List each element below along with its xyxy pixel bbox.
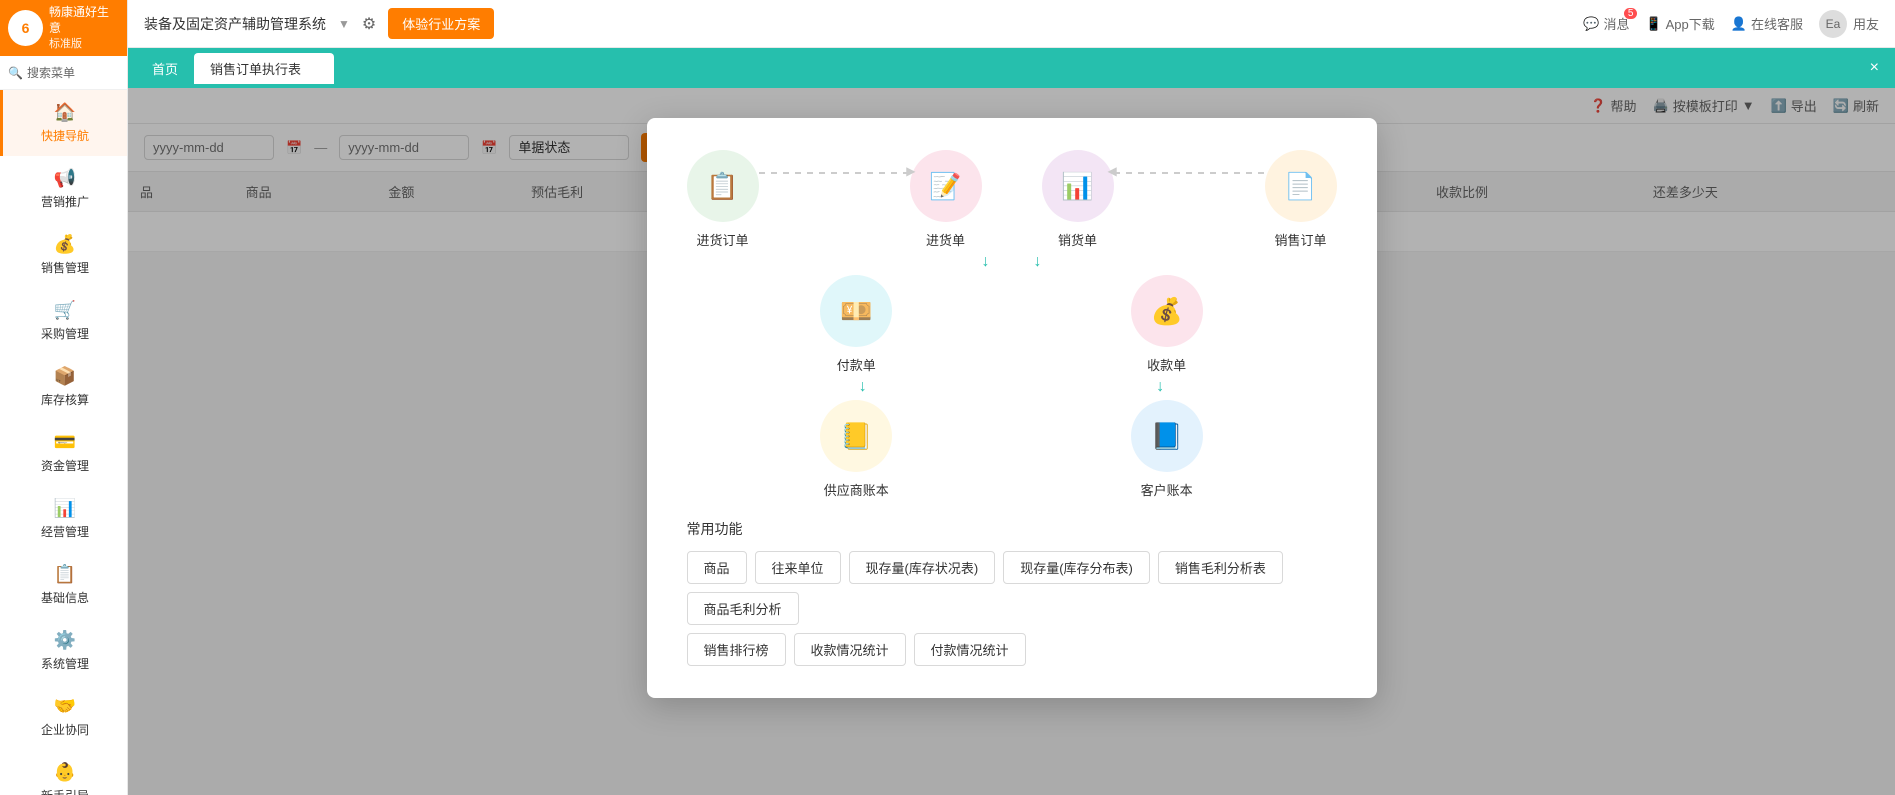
- purchase-icon: 🛒: [54, 300, 76, 321]
- tab-close-btn[interactable]: ×: [311, 63, 318, 77]
- online-service-btn[interactable]: 👤 在线客服: [1731, 14, 1803, 33]
- sidebar-item-newbie[interactable]: 👶 新手引导: [0, 750, 127, 795]
- quick-btn-stock-dist[interactable]: 现存量(库存分布表): [1003, 551, 1150, 584]
- flow-node-purchase-bill: 📝 进货单: [910, 150, 982, 249]
- receipt-circle[interactable]: 💰: [1131, 275, 1203, 347]
- scroll-nav: ◀ ▶: [687, 694, 1337, 698]
- flow-section: 📋 进货订单 ▶: [647, 118, 1377, 519]
- purchase-order-circle[interactable]: 📋: [687, 150, 759, 222]
- sales-order-label: 销售订单: [1274, 230, 1326, 249]
- flow-node-supplier: 📒 供应商账本: [820, 400, 892, 499]
- customer-label: 客户账本: [1141, 480, 1193, 499]
- tab-home[interactable]: 首页: [136, 53, 194, 84]
- payment-label: 付款单: [837, 355, 876, 374]
- sales-bill-label: 销货单: [1058, 230, 1097, 249]
- arrow-down-payment: ↓: [859, 374, 867, 400]
- customer-circle[interactable]: 📘: [1131, 400, 1203, 472]
- purchase-bill-circle[interactable]: 📝: [910, 150, 982, 222]
- quick-btn-sales-rank[interactable]: 销售排行榜: [687, 633, 786, 666]
- arrow-down-purchase: ↓: [982, 249, 990, 275]
- sidebar-item-quick[interactable]: 🏠 快捷导航: [0, 90, 127, 156]
- message-icon: 💬: [1583, 16, 1599, 32]
- home-icon: 🏠: [54, 102, 76, 123]
- sales-icon: 💰: [54, 234, 76, 255]
- message-badge: 5: [1624, 8, 1638, 19]
- app-logo-icon: 6: [8, 10, 43, 46]
- sidebar-item-basic[interactable]: 📋 基础信息: [0, 552, 127, 618]
- quick-functions-title: 常用功能: [687, 519, 1337, 539]
- quick-btn-stock-status[interactable]: 现存量(库存状况表): [849, 551, 996, 584]
- flow-node-payment: 💴 付款单: [820, 275, 892, 374]
- operation-icon: 📊: [54, 498, 76, 519]
- tab-bar: 首页 销售订单执行表 × ×: [128, 48, 1895, 88]
- sidebar-item-marketing[interactable]: 📢 营销推广: [0, 156, 127, 222]
- quick-btns-row2: 销售排行榜 收款情况统计 付款情况统计: [687, 633, 1337, 666]
- receipt-label: 收款单: [1147, 355, 1186, 374]
- download-icon: 📱: [1645, 16, 1661, 32]
- app-download-btn[interactable]: 📱 App下载: [1645, 14, 1714, 33]
- sidebar-menu: 🏠 快捷导航 📢 营销推广 💰 销售管理 🛒 采购管理 📦 库存核算 💳: [0, 90, 127, 795]
- message-btn[interactable]: 💬 消息 5: [1583, 14, 1629, 33]
- modal-overlay[interactable]: 📋 进货订单 ▶: [128, 88, 1895, 795]
- quick-btn-sales-profit[interactable]: 销售毛利分析表: [1158, 551, 1283, 584]
- flow-node-sales-order: 📄 销售订单: [1265, 150, 1337, 249]
- top-nav: 装备及固定资产辅助管理系统 ▼ ⚙ 体验行业方案 💬 消息 5 📱 App下载 …: [128, 0, 1895, 48]
- sidebar-item-purchase[interactable]: 🛒 采购管理: [0, 288, 127, 354]
- page-area: ❓ 帮助 🖨️ 按模板打印 ▼ ⬆️ 导出 �: [128, 88, 1895, 795]
- system-title: 装备及固定资产辅助管理系统: [144, 14, 326, 34]
- enterprise-icon: 🤝: [54, 696, 76, 717]
- modal: 📋 进货订单 ▶: [647, 118, 1377, 698]
- quick-btn-payment-stats[interactable]: 付款情况统计: [914, 633, 1026, 666]
- flow-node-customer: 📘 客户账本: [1131, 400, 1203, 499]
- tab-sales-order[interactable]: 销售订单执行表 ×: [194, 53, 334, 84]
- marketing-icon: 📢: [54, 168, 76, 189]
- scroll-right-btn[interactable]: ▶: [1326, 694, 1337, 698]
- avatar: Ea: [1819, 10, 1847, 38]
- gear-icon[interactable]: ⚙: [362, 14, 376, 34]
- supplier-circle[interactable]: 📒: [820, 400, 892, 472]
- sales-bill-circle[interactable]: 📊: [1042, 150, 1114, 222]
- sidebar-item-enterprise[interactable]: 🤝 企业协同: [0, 684, 127, 750]
- sidebar-search[interactable]: 🔍 搜索菜单: [0, 56, 127, 90]
- payment-circle[interactable]: 💴: [820, 275, 892, 347]
- finance-icon: 💳: [54, 432, 76, 453]
- arrow-down-sales: ↓: [1034, 249, 1042, 275]
- purchase-bill-label: 进货单: [926, 230, 965, 249]
- sales-order-circle[interactable]: 📄: [1265, 150, 1337, 222]
- quick-btn-partner[interactable]: 往来单位: [755, 551, 841, 584]
- modal-scrollbar: ◀ ▶: [647, 686, 1377, 698]
- sidebar: 6 畅康通好生意 标准版 🔍 搜索菜单 🏠 快捷导航 📢 营销推广 💰 销售管理: [0, 0, 128, 795]
- system-dropdown[interactable]: ▼: [338, 17, 350, 31]
- quick-btns-container: 商品 往来单位 现存量(库存状况表) 现存量(库存分布表) 销售毛利分析表 商品…: [687, 551, 1337, 625]
- service-icon: 👤: [1731, 16, 1747, 32]
- sidebar-item-finance[interactable]: 💳 资金管理: [0, 420, 127, 486]
- quick-functions-section: 常用功能 商品 往来单位 现存量(库存状况表) 现存量(库存分布表) 销售毛利分…: [647, 519, 1377, 686]
- newbie-icon: 👶: [54, 762, 76, 783]
- sidebar-item-sales[interactable]: 💰 销售管理: [0, 222, 127, 288]
- basic-icon: 📋: [54, 564, 76, 585]
- main-content: 装备及固定资产辅助管理系统 ▼ ⚙ 体验行业方案 💬 消息 5 📱 App下载 …: [128, 0, 1895, 795]
- supplier-label: 供应商账本: [824, 480, 889, 499]
- sidebar-item-system[interactable]: ⚙️ 系统管理: [0, 618, 127, 684]
- quick-btn-goods-profit[interactable]: 商品毛利分析: [687, 592, 799, 625]
- sidebar-item-operation[interactable]: 📊 经营管理: [0, 486, 127, 552]
- sidebar-logo: 6 畅康通好生意 标准版: [0, 0, 127, 56]
- inventory-icon: 📦: [54, 366, 76, 387]
- scroll-left-btn[interactable]: ◀: [687, 694, 698, 698]
- arrow-down-receipt: ↓: [1156, 374, 1164, 400]
- app-logo-text: 畅康通好生意 标准版: [49, 4, 119, 53]
- experience-btn[interactable]: 体验行业方案: [388, 8, 494, 39]
- sidebar-item-inventory[interactable]: 📦 库存核算: [0, 354, 127, 420]
- flow-node-receipt: 💰 收款单: [1131, 275, 1203, 374]
- purchase-order-label: 进货订单: [696, 230, 748, 249]
- quick-btn-receipt-stats[interactable]: 收款情况统计: [794, 633, 906, 666]
- top-nav-right: 💬 消息 5 📱 App下载 👤 在线客服 Ea 用友: [1583, 10, 1879, 38]
- quick-btn-goods[interactable]: 商品: [687, 551, 747, 584]
- user-area[interactable]: Ea 用友: [1819, 10, 1879, 38]
- flow-node-sales-bill: 📊 销货单: [1042, 150, 1114, 249]
- flow-node-purchase-order: 📋 进货订单: [687, 150, 759, 249]
- tab-bar-close-btn[interactable]: ×: [1862, 55, 1887, 81]
- system-icon: ⚙️: [54, 630, 76, 651]
- search-icon: 🔍: [8, 66, 23, 80]
